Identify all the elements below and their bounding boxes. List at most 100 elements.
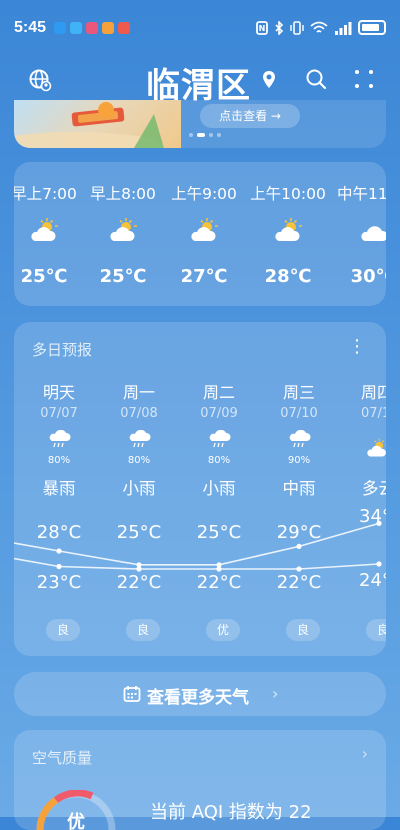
aqi-badge: 优 (206, 619, 240, 641)
high-temp: 25°C (116, 522, 162, 543)
high-temp: 28°C (36, 522, 82, 543)
aqi-badge: 良 (46, 619, 80, 641)
low-temp: 22°C (196, 572, 242, 593)
daily-forecast-card[interactable]: 多日预报 ⋮ 明天 07/07 80% 暴雨 28°C 23°C 良 周一 07… (14, 322, 386, 656)
more-options-icon[interactable] (353, 68, 375, 90)
wifi-icon (310, 21, 328, 33)
aqi-badge: 良 (366, 619, 386, 641)
aqi-description: 当前 AQI 指数为 22 (150, 802, 312, 823)
aqi-badge: 良 (126, 619, 160, 641)
search-icon[interactable] (305, 68, 327, 90)
app-notification-icon (102, 22, 114, 34)
day-name: 周四 (361, 383, 386, 402)
partly-cloudy-sun-icon (31, 218, 58, 241)
system-icons: N (256, 20, 386, 35)
aqi-gauge: 优 (36, 790, 116, 830)
hour-time: 上午10:00 (250, 185, 326, 203)
location-pin-icon (263, 71, 275, 88)
day-date: 07/10 (280, 406, 318, 421)
page-dot (217, 133, 221, 137)
promo-banner[interactable]: 点击查看 → (14, 100, 386, 148)
app-notification-icon (118, 22, 130, 34)
weather-desc: 小雨 (122, 479, 156, 498)
hourly-forecast-card[interactable]: 早上7:00 25℃ 早上8:00 25℃ 上午9:00 27℃ 上午10:00… (14, 162, 386, 306)
vibrate-icon (290, 20, 304, 35)
hour-time: 上午9:00 (171, 185, 237, 203)
rain-icon (49, 430, 71, 448)
air-quality-title: 空气质量 (32, 749, 93, 767)
low-temp-point (56, 563, 62, 570)
battery-icon (358, 20, 386, 35)
air-quality-card[interactable]: 空气质量 › 优 当前 AQI 指数为 22 (14, 730, 386, 830)
banner-view-button[interactable]: 点击查看 → (200, 104, 300, 128)
high-temp: 29°C (276, 522, 322, 543)
nfc-icon: N (256, 20, 268, 35)
partly-cloudy-sun-icon (275, 218, 302, 241)
weather-desc: 暴雨 (42, 479, 76, 498)
svg-text:N: N (259, 24, 266, 33)
rain-icon (289, 430, 311, 448)
more-weather-label: 查看更多天气 (147, 688, 249, 708)
low-temp: 22°C (116, 572, 162, 593)
precip-chance: 80% (207, 455, 231, 466)
hour-temp: 28℃ (264, 266, 312, 287)
page-dot-active (197, 133, 205, 137)
hour-time: 早上8:00 (90, 185, 156, 203)
rain-icon (209, 430, 231, 448)
hour-temp: 27℃ (180, 266, 228, 287)
bluetooth-icon (275, 20, 284, 35)
low-temp-line (14, 557, 380, 570)
high-temp-point (296, 543, 302, 549)
precip-chance: 90% (287, 455, 311, 466)
banner-page-dots (189, 133, 221, 137)
app-notification-icon (70, 22, 82, 34)
day-date: 07/09 (200, 406, 238, 421)
chevron-right-icon[interactable]: › (362, 744, 368, 763)
day-date: 07/1 (361, 406, 386, 421)
signal-icon (335, 21, 352, 35)
banner-image (14, 100, 181, 148)
cloudy-icon (361, 226, 386, 241)
day-date: 07/08 (120, 406, 158, 421)
low-temp-point (376, 561, 382, 567)
precip-chance: 80% (127, 455, 151, 466)
low-temp: 23°C (36, 572, 82, 593)
calendar-icon (123, 686, 141, 702)
aqi-level: 优 (67, 811, 85, 830)
weather-desc: 中雨 (282, 479, 316, 498)
rain-icon (129, 430, 151, 448)
partly-cloudy-sun-icon (367, 438, 386, 457)
day-name: 周一 (122, 383, 155, 402)
page-dot (209, 133, 213, 137)
low-temp-point (136, 566, 142, 572)
weather-desc: 小雨 (202, 479, 236, 498)
day-name: 周三 (282, 383, 315, 402)
weather-desc: 多云 (362, 479, 386, 498)
chevron-right-icon: › (272, 684, 279, 703)
low-temp-point (296, 566, 302, 572)
hour-temp: 30℃ (350, 266, 386, 287)
notification-icons (54, 22, 130, 34)
day-name: 明天 (42, 383, 75, 402)
city-management-icon[interactable] (28, 68, 52, 92)
more-weather-button[interactable]: 查看更多天气 › (14, 672, 386, 716)
status-time: 5:45 (14, 19, 47, 36)
page-dot (189, 133, 193, 137)
beach-illustration (14, 102, 164, 148)
status-bar: 5:45 N (0, 0, 400, 44)
low-temp: 22°C (276, 572, 322, 593)
day-name: 周二 (202, 383, 235, 402)
aqi-badge: 良 (286, 619, 320, 641)
high-temp: 34° (359, 506, 386, 527)
precip-chance: 80% (47, 455, 71, 466)
low-temp: 24° (359, 570, 386, 591)
app-notification-icon (54, 22, 66, 34)
high-temp-point (56, 548, 62, 554)
hour-temp: 25℃ (99, 266, 147, 287)
partly-cloudy-sun-icon (110, 218, 137, 241)
low-temp-point (216, 566, 222, 572)
partly-cloudy-sun-icon (191, 218, 218, 241)
app-notification-icon (86, 22, 98, 34)
high-temp: 25°C (196, 522, 242, 543)
day-date: 07/07 (40, 406, 78, 421)
